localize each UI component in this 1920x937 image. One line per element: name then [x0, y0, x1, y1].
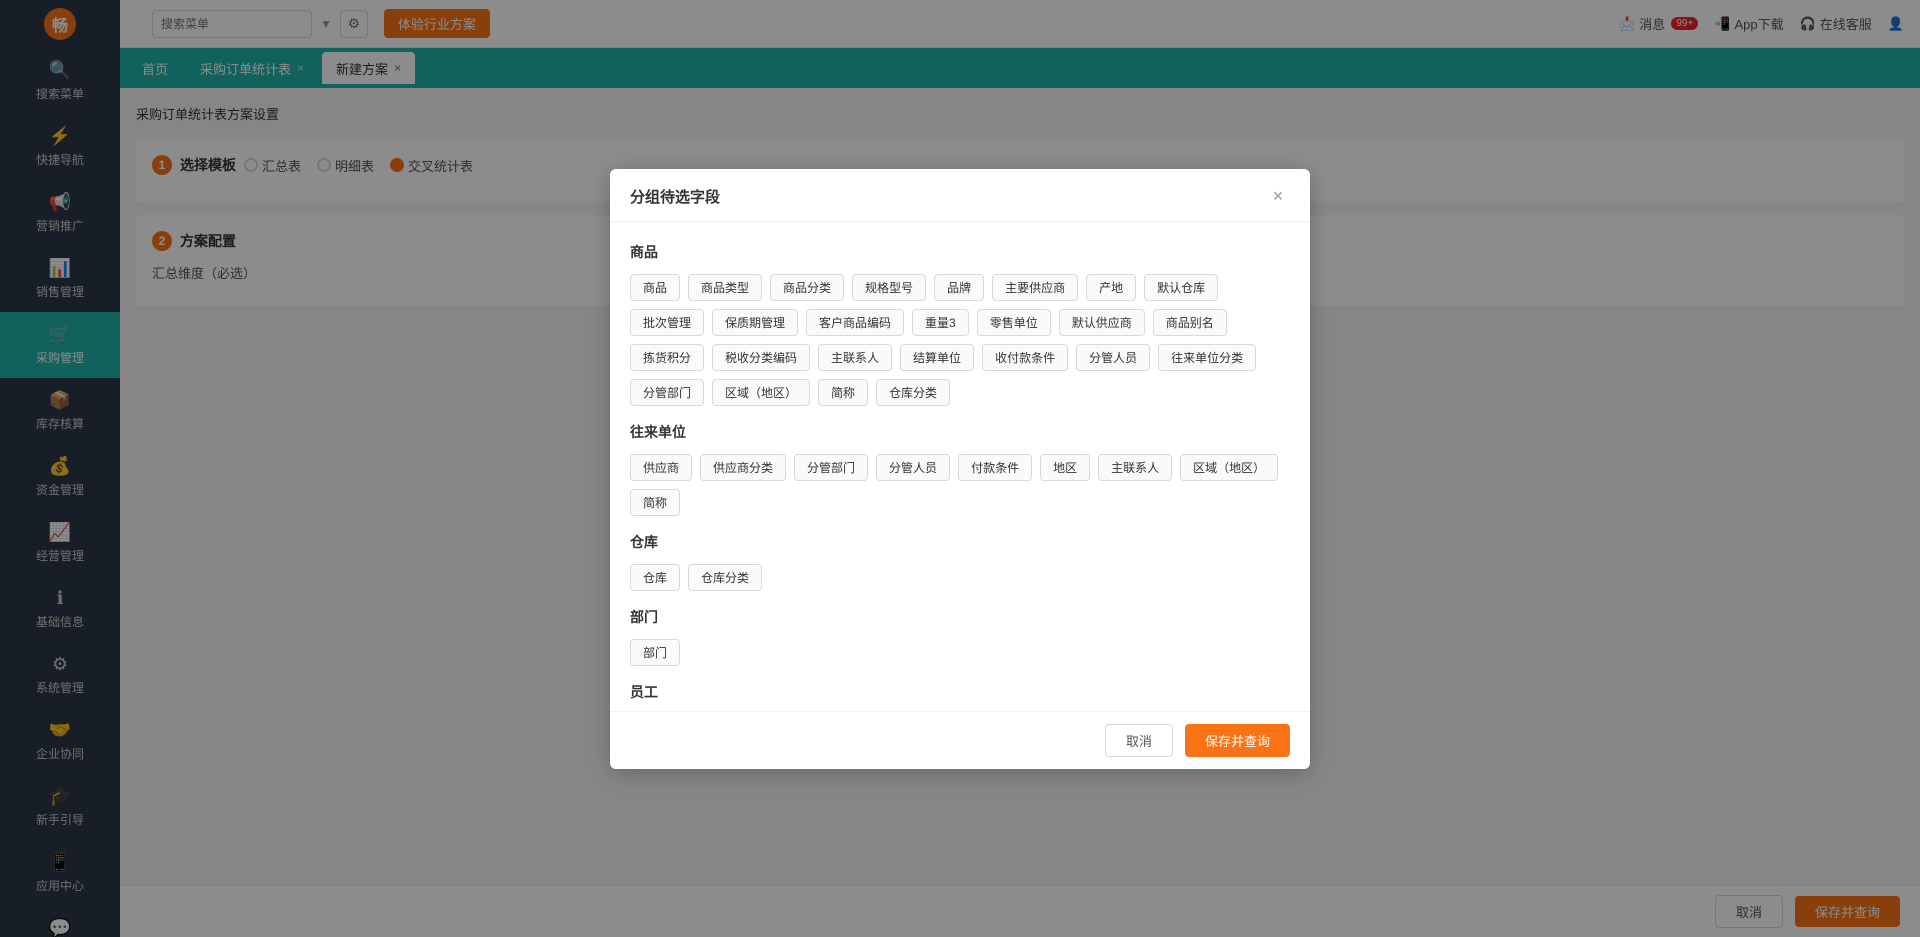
- tag-0-1[interactable]: 商品类型: [688, 274, 762, 301]
- section-title-0: 商品: [630, 242, 1290, 262]
- tag-0-18[interactable]: 结算单位: [900, 344, 974, 371]
- confirm-button[interactable]: 保存并查询: [1185, 724, 1290, 757]
- tag-group-2: 仓库仓库分类: [630, 564, 1290, 591]
- tag-1-3[interactable]: 分管人员: [876, 454, 950, 481]
- tag-1-5[interactable]: 地区: [1040, 454, 1090, 481]
- dialog-overlay: 分组待选字段 × 商品商品商品类型商品分类规格型号品牌主要供应商产地默认仓库批次…: [0, 0, 1920, 937]
- dialog-header: 分组待选字段 ×: [610, 169, 1310, 222]
- tag-0-9[interactable]: 保质期管理: [712, 309, 798, 336]
- tag-0-24[interactable]: 简称: [818, 379, 868, 406]
- section-title-4: 员工: [630, 682, 1290, 702]
- tag-0-0[interactable]: 商品: [630, 274, 680, 301]
- tag-0-25[interactable]: 仓库分类: [876, 379, 950, 406]
- section-title-2: 仓库: [630, 532, 1290, 552]
- tag-group-3: 部门: [630, 639, 1290, 666]
- tag-2-0[interactable]: 仓库: [630, 564, 680, 591]
- tag-1-6[interactable]: 主联系人: [1098, 454, 1172, 481]
- dialog-body[interactable]: 商品商品商品类型商品分类规格型号品牌主要供应商产地默认仓库批次管理保质期管理客户…: [610, 222, 1310, 711]
- tag-group-0: 商品商品类型商品分类规格型号品牌主要供应商产地默认仓库批次管理保质期管理客户商品…: [630, 274, 1290, 406]
- tag-1-8[interactable]: 简称: [630, 489, 680, 516]
- tag-0-22[interactable]: 分管部门: [630, 379, 704, 406]
- field-select-dialog: 分组待选字段 × 商品商品商品类型商品分类规格型号品牌主要供应商产地默认仓库批次…: [610, 169, 1310, 769]
- tag-group-1: 供应商供应商分类分管部门分管人员付款条件地区主联系人区域（地区） 简称: [630, 454, 1290, 516]
- tag-0-23[interactable]: 区域（地区）: [712, 379, 810, 406]
- tag-1-2[interactable]: 分管部门: [794, 454, 868, 481]
- tag-0-3[interactable]: 规格型号: [852, 274, 926, 301]
- tag-1-1[interactable]: 供应商分类: [700, 454, 786, 481]
- tag-1-7[interactable]: 区域（地区）: [1180, 454, 1278, 481]
- tag-0-6[interactable]: 产地: [1086, 274, 1136, 301]
- tag-0-19[interactable]: 收付款条件: [982, 344, 1068, 371]
- dialog-title: 分组待选字段: [630, 186, 720, 207]
- section-title-1: 往来单位: [630, 422, 1290, 442]
- tag-3-0[interactable]: 部门: [630, 639, 680, 666]
- tag-0-14[interactable]: 商品别名: [1153, 309, 1227, 336]
- tag-1-0[interactable]: 供应商: [630, 454, 692, 481]
- tag-0-12[interactable]: 零售单位: [977, 309, 1051, 336]
- tag-0-16[interactable]: 税收分类编码: [712, 344, 810, 371]
- tag-0-15[interactable]: 拣货积分: [630, 344, 704, 371]
- dialog-close-button[interactable]: ×: [1266, 185, 1290, 209]
- tag-0-10[interactable]: 客户商品编码: [806, 309, 904, 336]
- tag-0-13[interactable]: 默认供应商: [1059, 309, 1145, 336]
- tag-0-7[interactable]: 默认仓库: [1144, 274, 1218, 301]
- section-title-3: 部门: [630, 607, 1290, 627]
- tag-0-2[interactable]: 商品分类: [770, 274, 844, 301]
- tag-0-21[interactable]: 往来单位分类: [1158, 344, 1256, 371]
- tag-0-11[interactable]: 重量3: [912, 309, 969, 336]
- tag-0-4[interactable]: 品牌: [934, 274, 984, 301]
- tag-0-8[interactable]: 批次管理: [630, 309, 704, 336]
- tag-0-5[interactable]: 主要供应商: [992, 274, 1078, 301]
- dialog-footer: 取消 保存并查询: [610, 711, 1310, 769]
- tag-0-20[interactable]: 分管人员: [1076, 344, 1150, 371]
- tag-2-1[interactable]: 仓库分类: [688, 564, 762, 591]
- tag-1-4[interactable]: 付款条件: [958, 454, 1032, 481]
- tag-0-17[interactable]: 主联系人: [818, 344, 892, 371]
- cancel-button[interactable]: 取消: [1105, 724, 1173, 757]
